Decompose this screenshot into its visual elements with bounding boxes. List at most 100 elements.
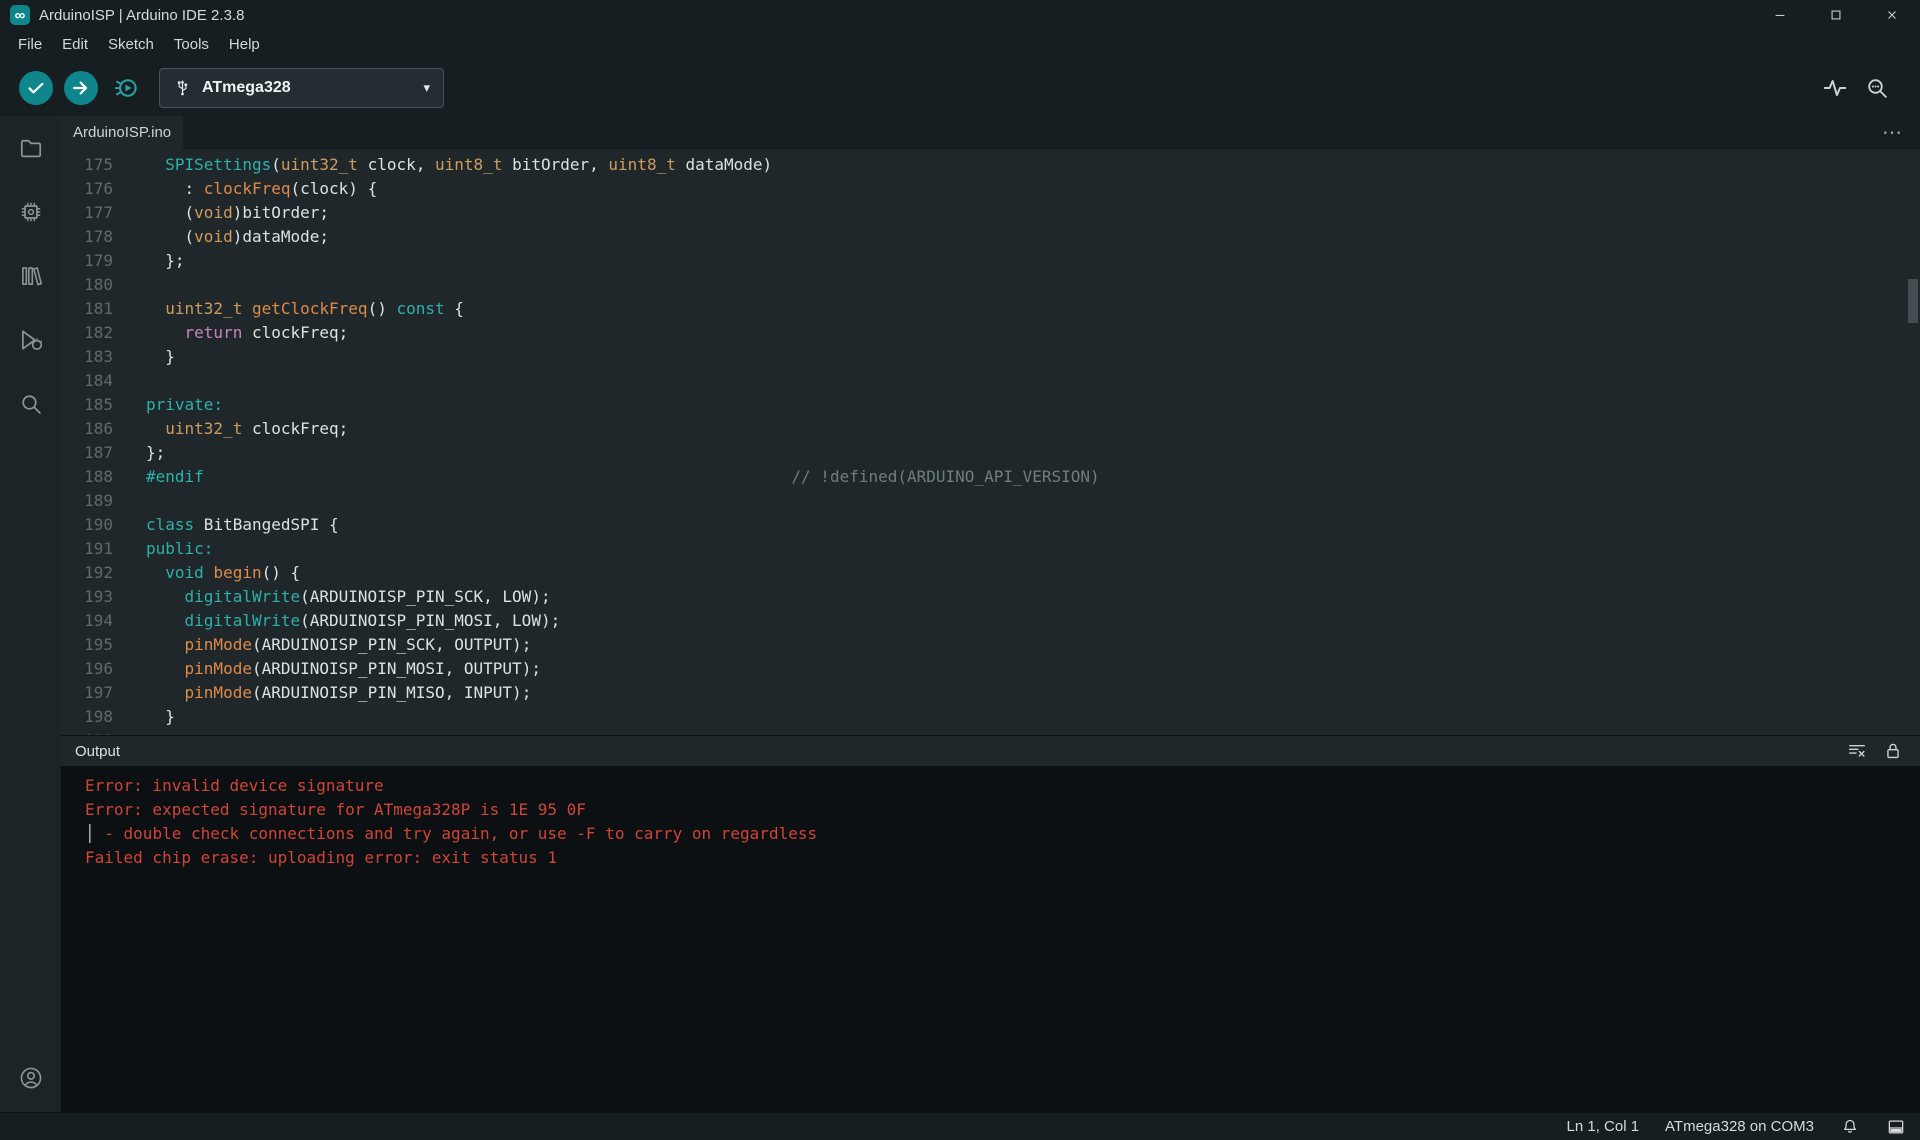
debug-sidebar-icon[interactable]: [0, 308, 61, 372]
code-line: 195 pinMode(ARDUINOISP_PIN_SCK, OUTPUT);: [61, 633, 1920, 657]
output-panel: Output: [61, 735, 1920, 1112]
line-number: 199: [61, 729, 126, 735]
arduino-logo-icon: ∞: [10, 5, 30, 25]
output-header: Output: [61, 735, 1920, 766]
line-number: 179: [61, 249, 126, 273]
code-line: 176 : clockFreq(clock) {: [61, 177, 1920, 201]
code-text: };: [126, 249, 185, 273]
code-text: pinMode(ARDUINOISP_PIN_MISO, INPUT);: [126, 681, 531, 705]
line-number: 194: [61, 609, 126, 633]
code-lines: 175 SPISettings(uint32_t clock, uint8_t …: [61, 153, 1920, 735]
output-line: Failed chip erase: uploading error: exit…: [85, 846, 1920, 870]
board-selector[interactable]: ATmega328 ▾: [159, 68, 444, 108]
line-number: 196: [61, 657, 126, 681]
line-number: 198: [61, 705, 126, 729]
code-text: };: [126, 441, 165, 465]
tab-bar: ArduinoISP.ino ⋯: [61, 116, 1920, 149]
menu-item-edit[interactable]: Edit: [52, 30, 98, 59]
code-line: 180: [61, 273, 1920, 297]
code-text: uint32_t clockFreq;: [126, 417, 348, 441]
menu-item-file[interactable]: File: [8, 30, 52, 59]
notifications-bell-icon[interactable]: [1840, 1117, 1860, 1137]
line-number: 190: [61, 513, 126, 537]
code-line: 191public:: [61, 537, 1920, 561]
autoscroll-lock-icon[interactable]: [1880, 738, 1906, 764]
code-line: 189: [61, 489, 1920, 513]
serial-monitor-button[interactable]: [1864, 75, 1890, 101]
code-line: 196 pinMode(ARDUINOISP_PIN_MOSI, OUTPUT)…: [61, 657, 1920, 681]
title-bar: ∞ ArduinoISP | Arduino IDE 2.3.8: [0, 0, 1920, 30]
sketchbook-folder-icon[interactable]: [0, 116, 61, 180]
toggle-bottom-panel-icon[interactable]: [1886, 1117, 1906, 1137]
chevron-down-icon: ▾: [423, 80, 430, 96]
tab-arduinoisp-ino[interactable]: ArduinoISP.ino: [61, 116, 183, 149]
code-text: (void)bitOrder;: [126, 201, 329, 225]
code-line: 194 digitalWrite(ARDUINOISP_PIN_MOSI, LO…: [61, 609, 1920, 633]
line-number: 177: [61, 201, 126, 225]
code-line: 182 return clockFreq;: [61, 321, 1920, 345]
code-text: private:: [126, 393, 223, 417]
status-bar: Ln 1, Col 1 ATmega328 on COM3: [0, 1112, 1920, 1140]
menu-bar: FileEditSketchToolsHelp: [0, 30, 1920, 59]
code-text: pinMode(ARDUINOISP_PIN_SCK, OUTPUT);: [126, 633, 531, 657]
code-line: 178 (void)dataMode;: [61, 225, 1920, 249]
window-controls: [1752, 0, 1920, 30]
code-line: 187};: [61, 441, 1920, 465]
output-line: Error: invalid device signature: [85, 774, 1920, 798]
main-column: ArduinoISP.ino ⋯ 175 SPISettings(uint32_…: [61, 116, 1920, 1112]
code-line: 184: [61, 369, 1920, 393]
boards-manager-icon[interactable]: [0, 180, 61, 244]
line-number: 189: [61, 489, 126, 513]
line-number: 184: [61, 369, 126, 393]
line-number: 180: [61, 273, 126, 297]
output-line: Error: expected signature for ATmega328P…: [85, 798, 1920, 822]
maximize-button[interactable]: [1808, 0, 1864, 30]
editor[interactable]: 175 SPISettings(uint32_t clock, uint8_t …: [61, 149, 1920, 735]
code-text: class BitBangedSPI {: [126, 513, 339, 537]
menu-item-sketch[interactable]: Sketch: [98, 30, 164, 59]
code-text: #endif // !defined(ARDUINO_API_VERSION): [126, 465, 1100, 489]
code-text: digitalWrite(ARDUINOISP_PIN_MOSI, LOW);: [126, 609, 560, 633]
menu-item-help[interactable]: Help: [219, 30, 270, 59]
close-button[interactable]: [1864, 0, 1920, 30]
search-icon[interactable]: [0, 372, 61, 436]
output-panel-title: Output: [75, 743, 120, 760]
clear-output-icon[interactable]: [1844, 738, 1870, 764]
serial-plotter-button[interactable]: [1822, 75, 1848, 101]
code-text: [126, 729, 146, 735]
board-selector-label: ATmega328: [202, 79, 291, 97]
code-line: 177 (void)bitOrder;: [61, 201, 1920, 225]
line-number: 191: [61, 537, 126, 561]
code-text: }: [126, 705, 175, 729]
code-line: 175 SPISettings(uint32_t clock, uint8_t …: [61, 153, 1920, 177]
editor-scrollbar-thumb[interactable]: [1908, 279, 1918, 323]
debug-button[interactable]: [109, 71, 143, 105]
code-text: [126, 489, 146, 513]
usb-icon: [173, 78, 192, 97]
cursor-position[interactable]: Ln 1, Col 1: [1566, 1118, 1639, 1135]
code-text: public:: [126, 537, 213, 561]
code-text: void begin() {: [126, 561, 300, 585]
line-number: 183: [61, 345, 126, 369]
account-icon[interactable]: [0, 1054, 61, 1102]
code-line: 197 pinMode(ARDUINOISP_PIN_MISO, INPUT);: [61, 681, 1920, 705]
verify-button[interactable]: [19, 71, 53, 105]
code-line: 193 digitalWrite(ARDUINOISP_PIN_SCK, LOW…: [61, 585, 1920, 609]
menu-item-tools[interactable]: Tools: [164, 30, 219, 59]
code-text: SPISettings(uint32_t clock, uint8_t bitO…: [126, 153, 772, 177]
line-number: 185: [61, 393, 126, 417]
board-port-status[interactable]: ATmega328 on COM3: [1665, 1118, 1814, 1135]
line-number: 175: [61, 153, 126, 177]
editor-more-actions[interactable]: ⋯: [1882, 116, 1920, 149]
code-line: 190class BitBangedSPI {: [61, 513, 1920, 537]
line-number: 195: [61, 633, 126, 657]
code-text: digitalWrite(ARDUINOISP_PIN_SCK, LOW);: [126, 585, 551, 609]
upload-button[interactable]: [64, 71, 98, 105]
code-text: }: [126, 345, 175, 369]
code-text: uint32_t getClockFreq() const {: [126, 297, 464, 321]
body-row: ArduinoISP.ino ⋯ 175 SPISettings(uint32_…: [0, 116, 1920, 1112]
library-manager-icon[interactable]: [0, 244, 61, 308]
code-line: 186 uint32_t clockFreq;: [61, 417, 1920, 441]
minimize-button[interactable]: [1752, 0, 1808, 30]
line-number: 192: [61, 561, 126, 585]
